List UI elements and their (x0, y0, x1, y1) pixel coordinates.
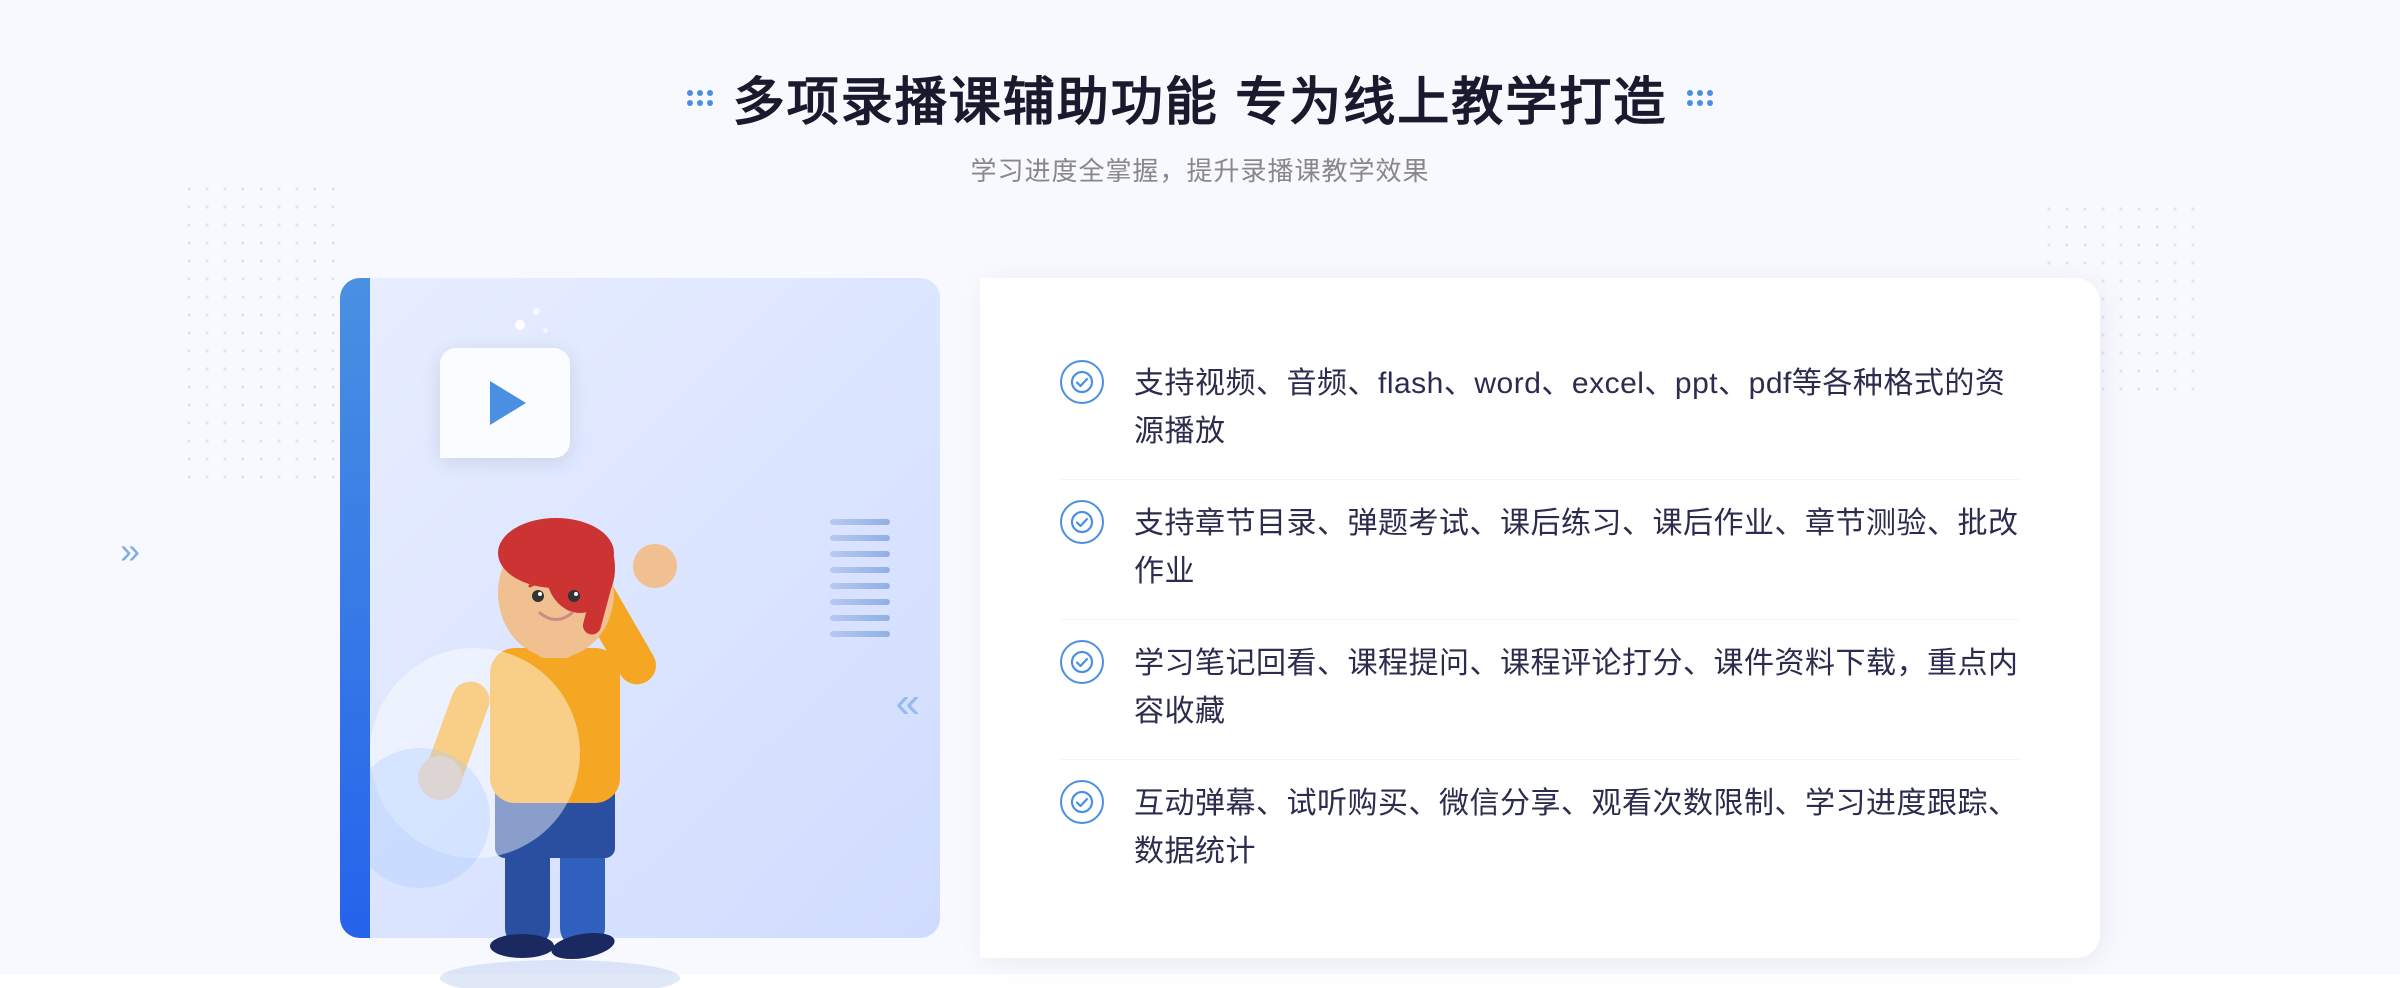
illustration-blue-bar (340, 278, 370, 938)
dot (707, 90, 713, 96)
stripe-line (830, 631, 890, 637)
stripe-line (830, 583, 890, 589)
dot (1687, 90, 1693, 96)
dot (1687, 100, 1693, 106)
feature-item-2: 支持章节目录、弹题考试、课后练习、课后作业、章节测验、批改作业 (1060, 479, 2020, 616)
feature-text-3: 学习笔记回看、课程提问、课程评论打分、课件资料下载，重点内容收藏 (1134, 640, 2020, 736)
stripe-line (830, 519, 890, 525)
feature-text-4: 互动弹幕、试听购买、微信分享、观看次数限制、学习进度跟踪、数据统计 (1134, 780, 2020, 876)
title-row: 多项录播课辅助功能 专为线上教学打造 (687, 60, 1713, 135)
title-dots-right (1687, 90, 1713, 106)
dot (707, 100, 713, 106)
subtitle: 学习进度全掌握，提升录播课教学效果 (687, 151, 1713, 188)
play-triangle-icon (490, 381, 526, 425)
stripe-line (830, 567, 890, 573)
dot (687, 100, 693, 106)
main-title: 多项录播课辅助功能 专为线上教学打造 (733, 60, 1667, 135)
dot (1707, 100, 1713, 106)
dot (1697, 90, 1703, 96)
stripes-decoration (820, 498, 900, 658)
chevron-left-decoration: » (120, 530, 140, 572)
play-bubble (440, 348, 570, 458)
check-icon-3 (1060, 640, 1104, 684)
feature-item-3: 学习笔记回看、课程提问、课程评论打分、课件资料下载，重点内容收藏 (1060, 619, 2020, 756)
header-section: 多项录播课辅助功能 专为线上教学打造 学习进度全掌握，提升录播课教学效果 (687, 60, 1713, 188)
left-illustration: « (300, 248, 980, 988)
right-features-panel: 支持视频、音频、flash、word、excel、ppt、pdf等各种格式的资源… (980, 278, 2100, 958)
page-wrapper: » 多项录播课辅助功能 专为线上教学打造 (0, 0, 2400, 974)
dot (697, 100, 703, 106)
stripe-line (830, 535, 890, 541)
dot (1697, 100, 1703, 106)
check-icon-2 (1060, 500, 1104, 544)
check-icon-1 (1060, 360, 1104, 404)
arrow-decoration: « (896, 678, 920, 728)
check-icon-4 (1060, 780, 1104, 824)
content-area: « (300, 248, 2100, 988)
feature-text-2: 支持章节目录、弹题考试、课后练习、课后作业、章节测验、批改作业 (1134, 500, 2020, 596)
stripe-line (830, 615, 890, 621)
dot (697, 90, 703, 96)
feature-text-1: 支持视频、音频、flash、word、excel、ppt、pdf等各种格式的资源… (1134, 360, 2020, 456)
stripe-line (830, 599, 890, 605)
feature-item-4: 互动弹幕、试听购买、微信分享、观看次数限制、学习进度跟踪、数据统计 (1060, 759, 2020, 896)
title-dots-left (687, 90, 713, 106)
dot (1707, 90, 1713, 96)
dot (687, 90, 693, 96)
feature-item-1: 支持视频、音频、flash、word、excel、ppt、pdf等各种格式的资源… (1060, 340, 2020, 476)
stripe-line (830, 551, 890, 557)
